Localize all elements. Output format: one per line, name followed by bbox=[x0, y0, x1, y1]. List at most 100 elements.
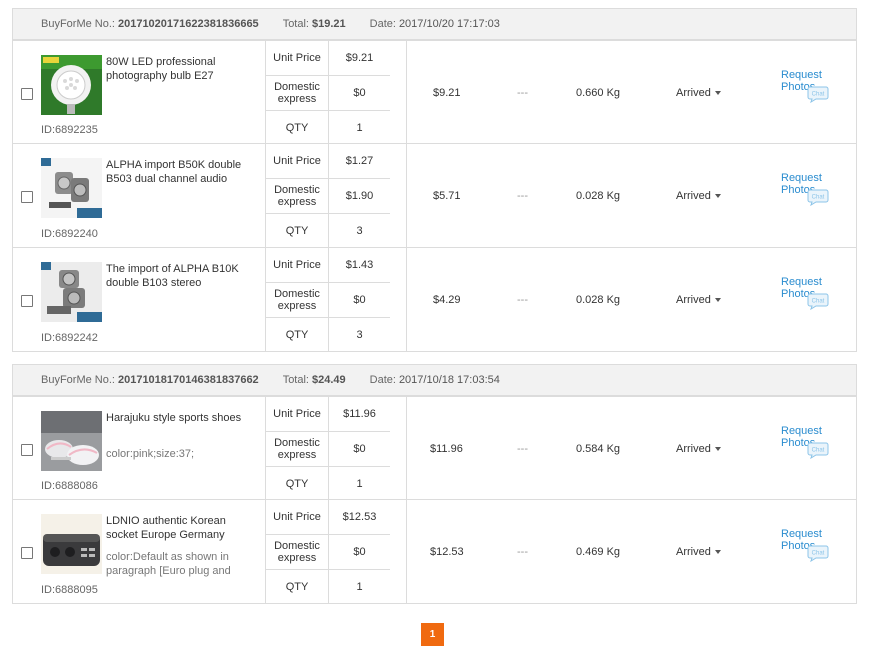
item-weight: 0.028 Kg bbox=[576, 189, 621, 202]
item-dash: --- bbox=[517, 442, 528, 455]
chat-icon-label: Chat bbox=[812, 448, 825, 454]
status-label: Arrived bbox=[676, 189, 711, 202]
order-item-row: Harajuku style sports shoes color:pink;s… bbox=[12, 396, 857, 500]
price-table: Unit Price $9.21 Domestic express $0 QTY… bbox=[266, 41, 390, 144]
status-label: Arrived bbox=[676, 86, 711, 99]
qty-label: QTY bbox=[285, 580, 309, 593]
chat-icon-label: Chat bbox=[812, 551, 825, 557]
order-item-row: 80W LED professional photography bulb E2… bbox=[12, 40, 857, 144]
product-spec: color:pink;size:37; bbox=[106, 448, 195, 460]
product-thumbnail[interactable] bbox=[41, 158, 102, 218]
unit-price-label: Unit Price bbox=[273, 511, 321, 523]
order-no-label: BuyForMe No.: bbox=[41, 18, 115, 30]
chat-icon[interactable]: Chat bbox=[807, 85, 829, 103]
item-checkbox[interactable] bbox=[21, 547, 33, 559]
order-group: BuyForMe No.: 20171020171622381836665 Tot… bbox=[12, 8, 857, 352]
product-id: ID:6888086 bbox=[41, 480, 98, 492]
product-name[interactable]: LDNIO authentic Korean socket Europe Ger… bbox=[106, 514, 256, 542]
unit-price-label: Unit Price bbox=[273, 259, 321, 271]
pagination-page-1[interactable]: 1 bbox=[421, 623, 444, 646]
chat-icon[interactable]: Chat bbox=[807, 441, 829, 459]
item-weight: 0.028 Kg bbox=[576, 293, 621, 306]
unit-price-value: $11.96 bbox=[343, 408, 376, 420]
product-id: ID:6892235 bbox=[41, 124, 98, 136]
price-table: Unit Price $11.96 Domestic express $0 QT… bbox=[266, 397, 390, 500]
unit-price-label: Unit Price bbox=[273, 408, 321, 420]
caret-down-icon bbox=[714, 446, 721, 451]
status-label: Arrived bbox=[676, 442, 711, 455]
order-item-row: The import of ALPHA B10K double B103 ste… bbox=[12, 248, 857, 352]
order-no: 20171020171622381836665 bbox=[117, 18, 259, 30]
qty-value: 1 bbox=[356, 121, 363, 134]
order-total: $19.21 bbox=[311, 18, 346, 30]
domestic-express-value: $0 bbox=[353, 546, 366, 558]
status-dropdown[interactable]: Arrived bbox=[676, 248, 721, 351]
chat-icon[interactable]: Chat bbox=[807, 544, 829, 562]
product-thumbnail[interactable] bbox=[41, 411, 102, 471]
item-dash: --- bbox=[517, 189, 528, 202]
price-table: Unit Price $12.53 Domestic express $0 QT… bbox=[266, 500, 390, 603]
item-weight: 0.660 Kg bbox=[576, 86, 621, 99]
domestic-express-value: $1.90 bbox=[345, 190, 374, 202]
domestic-express-label: Domestic express bbox=[274, 540, 320, 564]
order-item-row: LDNIO authentic Korean socket Europe Ger… bbox=[12, 500, 857, 604]
caret-down-icon bbox=[714, 549, 721, 554]
status-label: Arrived bbox=[676, 545, 711, 558]
status-dropdown[interactable]: Arrived bbox=[676, 144, 721, 247]
chat-icon-label: Chat bbox=[812, 299, 825, 305]
chat-icon-label: Chat bbox=[812, 195, 825, 201]
qty-label: QTY bbox=[285, 477, 309, 490]
qty-value: 3 bbox=[356, 224, 363, 237]
order-total-label: Total: bbox=[282, 374, 309, 386]
order-date-label: Date: bbox=[369, 374, 396, 386]
product-spec: color:Default as shown in paragraph [Eur… bbox=[106, 551, 231, 577]
chat-icon[interactable]: Chat bbox=[807, 188, 829, 206]
product-id: ID:6892242 bbox=[41, 332, 98, 344]
order-total-label: Total: bbox=[282, 18, 309, 30]
qty-value: 1 bbox=[356, 477, 363, 490]
item-dash: --- bbox=[517, 293, 528, 306]
price-table: Unit Price $1.27 Domestic express $1.90 … bbox=[266, 144, 390, 247]
qty-value: 1 bbox=[356, 580, 363, 593]
order-header: BuyForMe No.: 20171018170146381837662 Tot… bbox=[12, 364, 857, 396]
unit-price-value: $9.21 bbox=[345, 52, 374, 64]
unit-price-value: $12.53 bbox=[342, 511, 377, 523]
chat-icon[interactable]: Chat bbox=[807, 292, 829, 310]
product-name[interactable]: 80W LED professional photography bulb E2… bbox=[106, 55, 256, 83]
domestic-express-label: Domestic express bbox=[274, 184, 320, 208]
domestic-express-value: $0 bbox=[353, 443, 366, 455]
qty-label: QTY bbox=[285, 224, 309, 237]
product-name[interactable]: Harajuku style sports shoes bbox=[106, 411, 256, 425]
item-amount: $11.96 bbox=[430, 442, 463, 455]
caret-down-icon bbox=[714, 297, 721, 302]
product-name[interactable]: ALPHA import B50K double B503 dual chann… bbox=[106, 158, 256, 186]
item-weight: 0.469 Kg bbox=[576, 545, 621, 558]
qty-value: 3 bbox=[356, 328, 363, 341]
product-thumbnail[interactable] bbox=[41, 262, 102, 322]
item-checkbox[interactable] bbox=[21, 295, 33, 307]
qty-label: QTY bbox=[285, 328, 309, 341]
unit-price-label: Unit Price bbox=[273, 52, 321, 64]
order-no: 20171018170146381837662 bbox=[117, 374, 259, 386]
order-total: $24.49 bbox=[311, 374, 346, 386]
caret-down-icon bbox=[714, 193, 721, 198]
item-checkbox[interactable] bbox=[21, 191, 33, 203]
item-dash: --- bbox=[517, 545, 528, 558]
price-table: Unit Price $1.43 Domestic express $0 QTY… bbox=[266, 248, 390, 351]
product-thumbnail[interactable] bbox=[41, 55, 102, 115]
item-amount: $4.29 bbox=[433, 293, 461, 306]
domestic-express-value: $0 bbox=[353, 294, 366, 306]
status-dropdown[interactable]: Arrived bbox=[676, 397, 721, 500]
item-checkbox[interactable] bbox=[21, 88, 33, 100]
product-name[interactable]: The import of ALPHA B10K double B103 ste… bbox=[106, 262, 256, 290]
item-dash: --- bbox=[517, 86, 528, 99]
unit-price-value: $1.43 bbox=[345, 259, 374, 271]
status-dropdown[interactable]: Arrived bbox=[676, 500, 721, 603]
status-dropdown[interactable]: Arrived bbox=[676, 41, 721, 144]
item-checkbox[interactable] bbox=[21, 444, 33, 456]
domestic-express-value: $0 bbox=[353, 87, 366, 99]
qty-label: QTY bbox=[285, 121, 309, 134]
order-item-row: ALPHA import B50K double B503 dual chann… bbox=[12, 144, 857, 248]
order-date: 2017/10/18 17:03:54 bbox=[398, 374, 500, 386]
product-thumbnail[interactable] bbox=[41, 514, 102, 574]
